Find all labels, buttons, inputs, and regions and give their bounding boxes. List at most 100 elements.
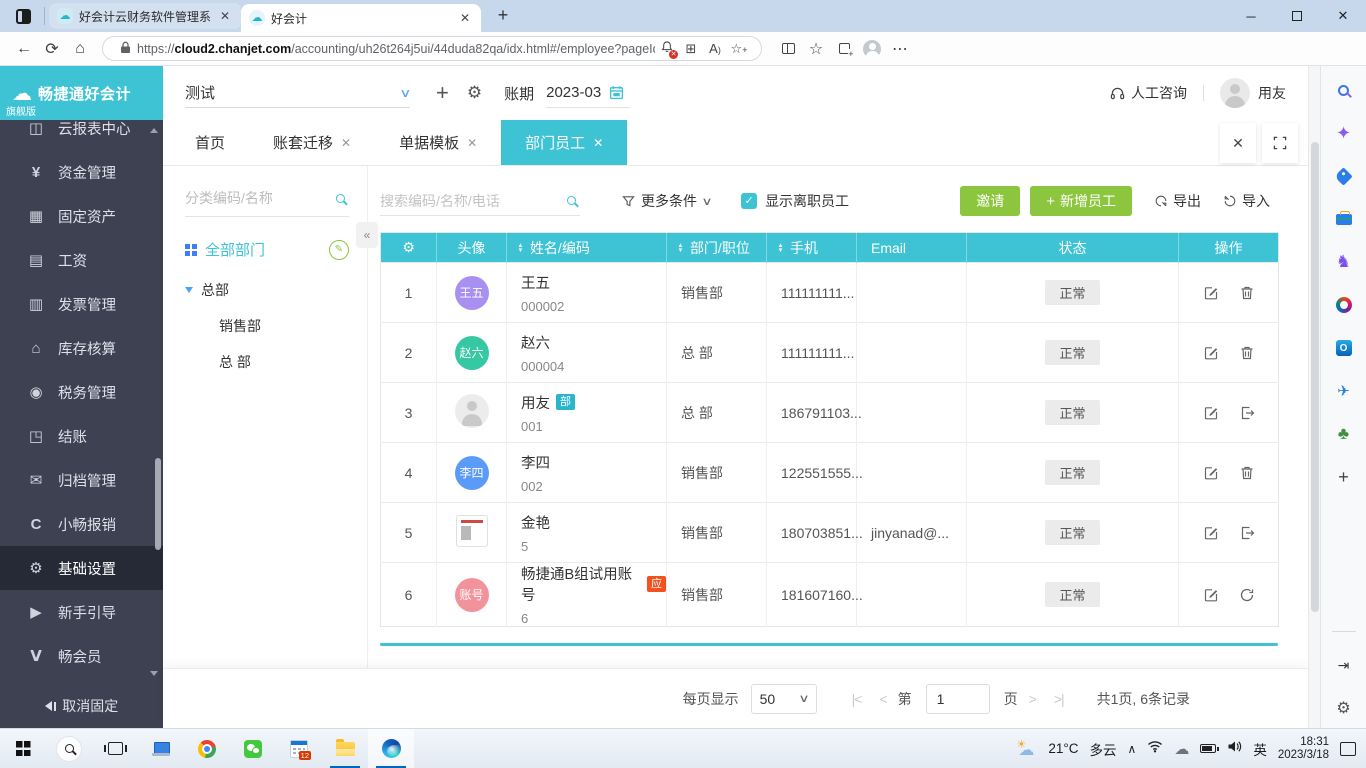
calendar-app-button[interactable]: 12 <box>276 729 322 768</box>
wechat-button[interactable] <box>230 729 276 768</box>
wifi-icon[interactable] <box>1147 740 1163 758</box>
tab-home[interactable]: 首页 <box>171 120 249 165</box>
collections-icon[interactable] <box>830 36 858 62</box>
delete-icon[interactable] <box>1239 345 1255 361</box>
favorites-icon[interactable]: ☆ <box>802 36 830 62</box>
file-explorer-button[interactable] <box>322 729 368 768</box>
period-selector[interactable]: 2023-03 <box>546 78 631 108</box>
browser-menu-icon[interactable]: ⋯ <box>886 36 914 62</box>
sidebar-settings-icon[interactable]: ⚙ <box>1334 698 1354 718</box>
account-settings-icon[interactable]: ⚙ <box>467 83 482 103</box>
delete-icon[interactable] <box>1239 285 1255 301</box>
page-number-input[interactable]: 1 <box>925 683 990 714</box>
sidebar-item-invoice[interactable]: ▥ 发票管理 <box>0 282 163 326</box>
sidebar-toggle-icon[interactable]: ⇥ <box>1334 655 1354 675</box>
sidebar-item-tax[interactable]: ◉ 税务管理 <box>0 370 163 414</box>
more-conditions-button[interactable]: 更多条件 ∨ <box>622 191 713 211</box>
maximize-button[interactable] <box>1274 0 1320 32</box>
onedrive-icon[interactable]: ☁ <box>1174 740 1189 758</box>
sidebar-item-member[interactable]: Ⅴ 畅会员 <box>0 634 163 678</box>
lock-icon[interactable] <box>113 41 137 57</box>
checkbox-checked-icon[interactable]: ✓ <box>741 193 758 209</box>
browser-tab-1[interactable]: ☁ 好会计云财务软件管理系统_会计 ✕ <box>49 3 241 29</box>
sidebar-item-guide[interactable]: ▶ 新手引导 <box>0 590 163 634</box>
tree-node-hq[interactable]: 总 部 <box>185 352 349 372</box>
table-row[interactable]: 1 王五 王五 000002 销售部 111111111... 正常 <box>380 262 1279 323</box>
edge-button[interactable] <box>368 728 414 768</box>
user-avatar[interactable] <box>1220 78 1250 108</box>
support-button[interactable]: 人工咨询 <box>1110 83 1187 103</box>
invite-button[interactable]: 邀请 <box>960 186 1021 216</box>
hidden-icons-chevron[interactable]: ∧ <box>1128 742 1137 756</box>
sidebar-item-settings[interactable]: ⚙ 基础设置 <box>0 546 163 590</box>
tab-account-migration[interactable]: 账套迁移 ✕ <box>249 120 375 165</box>
leave-icon[interactable] <box>1239 405 1255 421</box>
sidebar-search-icon[interactable] <box>1334 80 1354 100</box>
add-employee-button[interactable]: + 新增员工 <box>1030 186 1132 216</box>
tree-root-row[interactable]: 全部部门 ✎ <box>185 239 349 260</box>
edit-icon[interactable] <box>1203 405 1219 421</box>
edit-icon[interactable] <box>1203 345 1219 361</box>
fullscreen-button[interactable] <box>1262 123 1298 163</box>
tab-actions-button[interactable] <box>8 4 38 28</box>
last-page-button[interactable]: >| <box>1054 691 1065 707</box>
leave-icon[interactable] <box>1239 525 1255 541</box>
export-button[interactable]: 导出 <box>1154 191 1201 211</box>
read-aloud-icon[interactable]: A) <box>703 41 727 56</box>
temperature[interactable]: 21°C <box>1048 741 1078 756</box>
input-method[interactable]: 英 <box>1253 739 1267 759</box>
table-row[interactable]: 2 赵六 赵六 000004 总 部 111111111... 正常 <box>380 322 1279 383</box>
table-row[interactable]: 4 李四 李四 002 销售部 122551555... 正常 <box>380 442 1279 503</box>
home-button[interactable]: ⌂ <box>66 36 94 62</box>
drop-icon[interactable]: ✈ <box>1334 381 1354 401</box>
sort-control[interactable]: ▲ ▼ <box>777 242 784 253</box>
taskbar-search-button[interactable] <box>46 729 92 768</box>
sidebar-item-archive[interactable]: ✉ 归档管理 <box>0 458 163 502</box>
edit-icon[interactable] <box>1203 587 1219 603</box>
url-text[interactable]: https://cloud2.chanjet.com/accounting/uh… <box>137 42 655 56</box>
edit-icon[interactable] <box>1203 465 1219 481</box>
toolbox-icon[interactable] <box>1334 209 1354 229</box>
tree-node-parent[interactable]: 总部 <box>185 280 349 300</box>
close-tab-icon[interactable]: ✕ <box>341 136 351 150</box>
prev-page-button[interactable]: < <box>879 691 887 707</box>
account-set-selector[interactable]: 测试 ∨ <box>185 78 412 108</box>
per-page-select[interactable]: 50 ∨ <box>750 683 817 714</box>
edit-icon[interactable] <box>1203 285 1219 301</box>
address-bar[interactable]: https://cloud2.chanjet.com/accounting/uh… <box>102 36 762 61</box>
table-horizontal-scrollbar[interactable] <box>380 643 1278 646</box>
grow-tree-icon[interactable]: ♣ <box>1334 424 1354 444</box>
favorite-add-icon[interactable]: ☆+ <box>727 41 751 57</box>
clock[interactable]: 18:31 2023/3/18 <box>1278 736 1329 762</box>
sidebar-scroll-up-icon[interactable] <box>150 128 158 133</box>
tree-search-input[interactable]: 分类编码/名称 <box>185 188 349 217</box>
close-tab-icon[interactable]: ✕ <box>593 136 603 150</box>
chrome-button[interactable] <box>184 729 230 768</box>
expand-caret-icon[interactable] <box>185 287 193 293</box>
sidebar-item-closing[interactable]: ◳ 结账 <box>0 414 163 458</box>
volume-icon[interactable] <box>1227 740 1242 758</box>
start-button[interactable] <box>0 729 46 768</box>
delete-icon[interactable] <box>1239 465 1255 481</box>
tab-close-icon[interactable]: ✕ <box>217 9 233 23</box>
search-icon[interactable] <box>336 193 345 203</box>
page-scrollbar[interactable] <box>1308 66 1320 728</box>
restore-icon[interactable] <box>1239 587 1255 603</box>
tab-voucher-template[interactable]: 单据模板 ✕ <box>375 120 501 165</box>
microsoft365-icon[interactable] <box>1334 295 1354 315</box>
refresh-button[interactable]: ⟳ <box>38 36 66 62</box>
weather-icon[interactable]: ☀ ☁ <box>1015 739 1037 759</box>
collapse-panel-button[interactable]: « <box>356 222 378 248</box>
scrollbar-thumb[interactable] <box>1311 142 1319 612</box>
search-icon[interactable] <box>567 196 576 205</box>
minimize-button[interactable]: ─ <box>1228 0 1274 32</box>
sidebar-item-fixed-assets[interactable]: ▦ 固定资产 <box>0 194 163 238</box>
weather-text[interactable]: 多云 <box>1090 739 1117 759</box>
next-page-button[interactable]: > <box>1029 691 1037 707</box>
unpin-sidebar-button[interactable]: 取消固定 <box>0 684 163 728</box>
browser-tab-2-active[interactable]: ☁ 好会计 ✕ <box>241 4 481 32</box>
notifications-blocked-icon[interactable]: ✕ <box>655 40 679 59</box>
math-solver-icon[interactable]: ⊞ <box>679 41 703 57</box>
user-name[interactable]: 用友 <box>1258 83 1286 103</box>
sidebar-item-inventory[interactable]: ⌂ 库存核算 <box>0 326 163 370</box>
